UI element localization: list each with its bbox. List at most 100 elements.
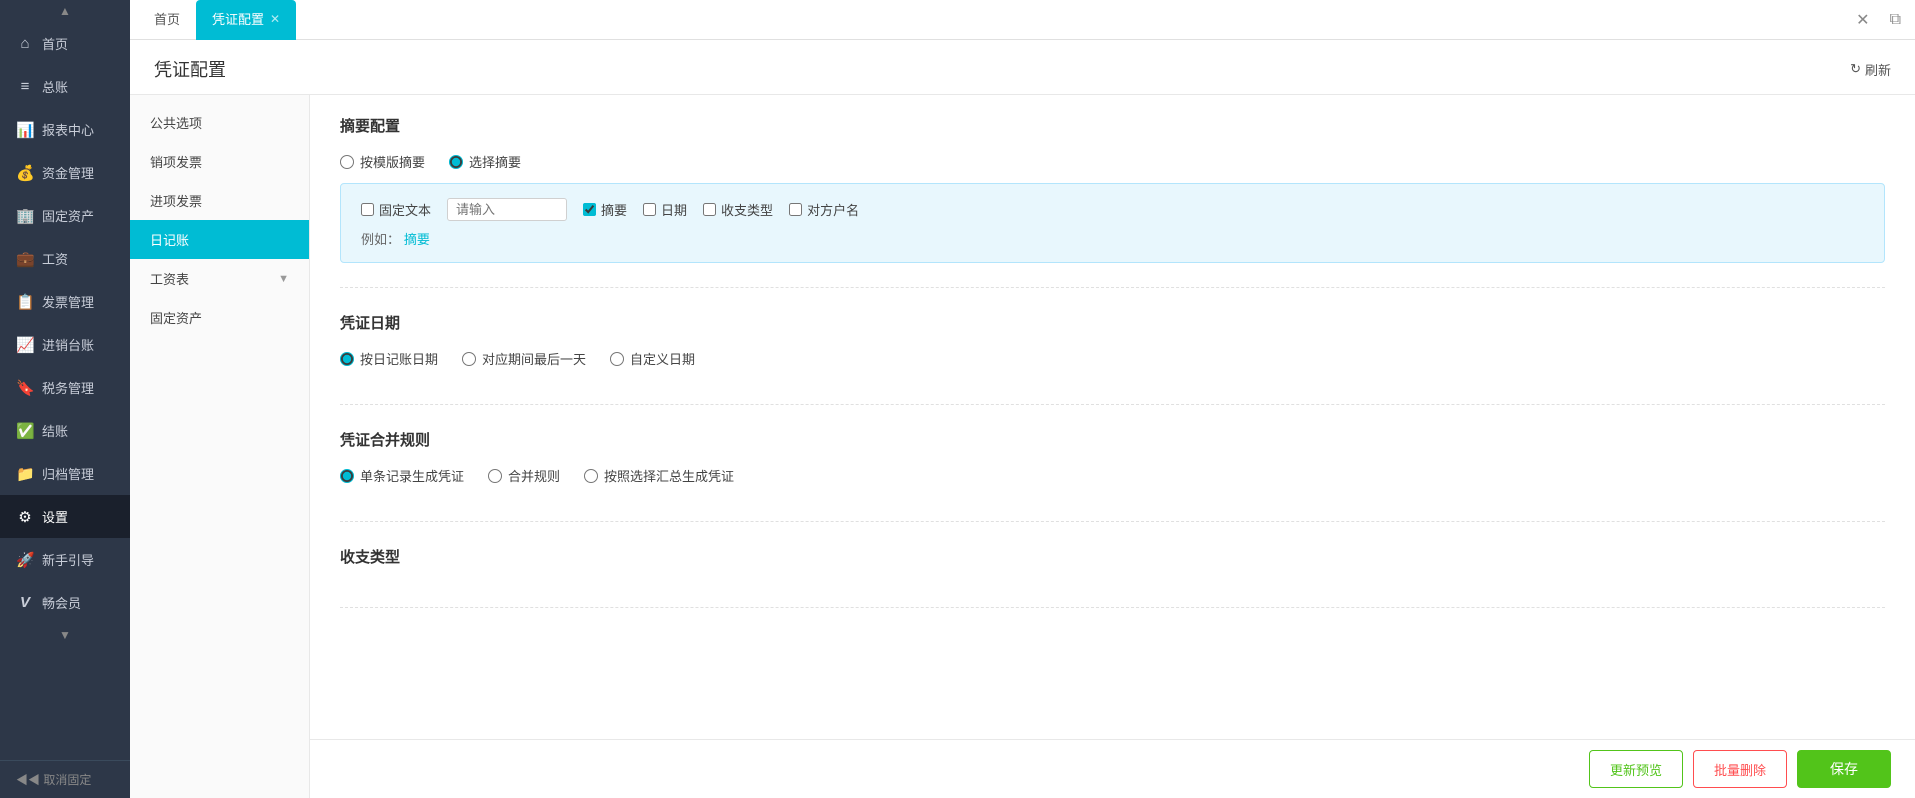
- sidebar-item-tax[interactable]: 🔖 税务管理: [0, 366, 130, 409]
- sidebar-item-archive[interactable]: 📁 归档管理: [0, 452, 130, 495]
- radio-select-summary[interactable]: 选择摘要: [449, 152, 521, 171]
- content-area: 凭证配置 ↻ 刷新 公共选项 销项发票 进项发票 日记账: [130, 40, 1915, 798]
- checkbox-income-type-label: 收支类型: [721, 200, 773, 219]
- left-nav-public-label: 公共选项: [150, 113, 202, 132]
- chevron-down-icon: ▼: [278, 273, 289, 285]
- sidebar-item-label: 报表中心: [42, 120, 94, 139]
- checkbox-counterpart-input[interactable]: [789, 203, 802, 216]
- checkbox-income-type-input[interactable]: [703, 203, 716, 216]
- checkbox-summary[interactable]: 摘要: [583, 200, 627, 219]
- assets-icon: 🏢: [16, 207, 34, 225]
- merge-rules-radio-group: 单条记录生成凭证 合并规则 按照选择汇总生成凭证: [340, 466, 1885, 485]
- sidebar-unpin-button[interactable]: ◀◀ 取消固定: [0, 760, 130, 798]
- left-nav-purchase-invoice[interactable]: 进项发票: [130, 181, 309, 220]
- tax-icon: 🔖: [16, 379, 34, 397]
- left-nav-fixed-assets-label: 固定资产: [150, 308, 202, 327]
- radio-journal-date-input[interactable]: [340, 352, 354, 366]
- checkbox-fixed-text-input[interactable]: [361, 203, 374, 216]
- checkbox-row: 固定文本 摘要 日期: [361, 198, 1864, 221]
- left-nav-fixed-assets[interactable]: 固定资产: [130, 298, 309, 337]
- checkbox-summary-label: 摘要: [601, 200, 627, 219]
- radio-custom-date[interactable]: 自定义日期: [610, 349, 695, 368]
- batch-delete-button[interactable]: 批量删除: [1693, 750, 1787, 788]
- example-text: 摘要: [404, 232, 430, 247]
- income-type-section: 收支类型: [340, 546, 1885, 608]
- checkbox-counterpart[interactable]: 对方户名: [789, 200, 859, 219]
- main-area: 首页 凭证配置 ✕ ✕ ⧉ 凭证配置 ↻ 刷新 公共选项: [130, 0, 1915, 798]
- body-layout: 公共选项 销项发票 进项发票 日记账 工资表 ▼ 固定资产: [130, 95, 1915, 798]
- bottom-bar: 更新预览 批量删除 保存: [310, 739, 1915, 798]
- checkbox-date-label: 日期: [661, 200, 687, 219]
- unpin-label: 取消固定: [43, 773, 91, 787]
- tab-home[interactable]: 首页: [138, 0, 196, 40]
- update-preview-button[interactable]: 更新预览: [1589, 750, 1683, 788]
- radio-single-record[interactable]: 单条记录生成凭证: [340, 466, 464, 485]
- radio-single-record-input[interactable]: [340, 469, 354, 483]
- checkbox-fixed-text[interactable]: 固定文本: [361, 200, 431, 219]
- tab-voucher-config-label: 凭证配置: [212, 9, 264, 28]
- fixed-text-input[interactable]: [447, 198, 567, 221]
- sidebar-item-purchase-sale[interactable]: 📈 进销台账: [0, 323, 130, 366]
- sidebar-item-assets[interactable]: 🏢 固定资产: [0, 194, 130, 237]
- radio-select-summary-input[interactable]: [449, 155, 463, 169]
- invoice-icon: 📋: [16, 293, 34, 311]
- salary-icon: 💼: [16, 250, 34, 268]
- guide-icon: 🚀: [16, 551, 34, 569]
- sidebar-item-member[interactable]: V 畅会员: [0, 581, 130, 624]
- sidebar-item-guide[interactable]: 🚀 新手引导: [0, 538, 130, 581]
- left-nav-payroll-label: 工资表: [150, 269, 189, 288]
- sidebar-item-fund[interactable]: 💰 资金管理: [0, 151, 130, 194]
- sidebar-scroll-up[interactable]: ▲: [0, 0, 130, 22]
- income-type-title: 收支类型: [340, 546, 1885, 567]
- radio-select-summary-generate-input[interactable]: [584, 469, 598, 483]
- sidebar-scroll-down[interactable]: ▼: [0, 624, 130, 646]
- radio-merge-rules[interactable]: 合并规则: [488, 466, 560, 485]
- save-button[interactable]: 保存: [1797, 750, 1891, 788]
- sidebar-item-label: 税务管理: [42, 378, 94, 397]
- checkbox-date-input[interactable]: [643, 203, 656, 216]
- radio-merge-rules-input[interactable]: [488, 469, 502, 483]
- sidebar-item-label: 新手引导: [42, 550, 94, 569]
- tab-close-icon[interactable]: ✕: [270, 12, 280, 26]
- ledger-icon: ≡: [16, 78, 34, 95]
- radio-select-summary-generate[interactable]: 按照选择汇总生成凭证: [584, 466, 734, 485]
- merge-rules-title: 凭证合并规则: [340, 429, 1885, 450]
- radio-single-record-label: 单条记录生成凭证: [360, 466, 464, 485]
- sidebar-item-salary[interactable]: 💼 工资: [0, 237, 130, 280]
- left-nav-public[interactable]: 公共选项: [130, 103, 309, 142]
- summary-config-box: 固定文本 摘要 日期: [340, 183, 1885, 263]
- left-nav-payroll[interactable]: 工资表 ▼: [130, 259, 309, 298]
- sidebar-item-report[interactable]: 📊 报表中心: [0, 108, 130, 151]
- checkbox-summary-input[interactable]: [583, 203, 596, 216]
- left-nav-sales-invoice-label: 销项发票: [150, 152, 202, 171]
- summary-radio-group: 按模版摘要 选择摘要: [340, 152, 1885, 171]
- restore-window-button[interactable]: ⧉: [1884, 8, 1907, 32]
- tab-voucher-config[interactable]: 凭证配置 ✕: [196, 0, 296, 40]
- radio-template-summary-input[interactable]: [340, 155, 354, 169]
- sidebar-item-ledger[interactable]: ≡ 总账: [0, 65, 130, 108]
- page-title: 凭证配置: [154, 56, 226, 94]
- refresh-button[interactable]: ↻ 刷新: [1850, 60, 1891, 91]
- fund-icon: 💰: [16, 164, 34, 182]
- tab-bar: 首页 凭证配置 ✕ ✕ ⧉: [130, 0, 1915, 40]
- radio-custom-date-input[interactable]: [610, 352, 624, 366]
- left-nav-journal[interactable]: 日记账: [130, 220, 309, 259]
- merge-rules-section: 凭证合并规则 单条记录生成凭证 合并规则 按照选择汇总生成凭证: [340, 429, 1885, 522]
- close-window-button[interactable]: ✕: [1850, 8, 1875, 32]
- sidebar-item-settings[interactable]: ⚙ 设置: [0, 495, 130, 538]
- archive-icon: 📁: [16, 465, 34, 483]
- sidebar-item-label: 首页: [42, 34, 68, 53]
- example-row: 例如： 摘要: [361, 229, 1864, 248]
- checkbox-fixed-text-label: 固定文本: [379, 200, 431, 219]
- checkbox-date[interactable]: 日期: [643, 200, 687, 219]
- sidebar-item-invoice[interactable]: 📋 发票管理: [0, 280, 130, 323]
- checkbox-income-type[interactable]: 收支类型: [703, 200, 773, 219]
- left-nav-sales-invoice[interactable]: 销项发票: [130, 142, 309, 181]
- radio-journal-date[interactable]: 按日记账日期: [340, 349, 438, 368]
- radio-last-due-date[interactable]: 对应期间最后一天: [462, 349, 586, 368]
- radio-last-due-date-input[interactable]: [462, 352, 476, 366]
- left-nav: 公共选项 销项发票 进项发票 日记账 工资表 ▼ 固定资产: [130, 95, 310, 798]
- radio-template-summary[interactable]: 按模版摘要: [340, 152, 425, 171]
- sidebar-item-home[interactable]: ⌂ 首页: [0, 22, 130, 65]
- sidebar-item-settle[interactable]: ✅ 结账: [0, 409, 130, 452]
